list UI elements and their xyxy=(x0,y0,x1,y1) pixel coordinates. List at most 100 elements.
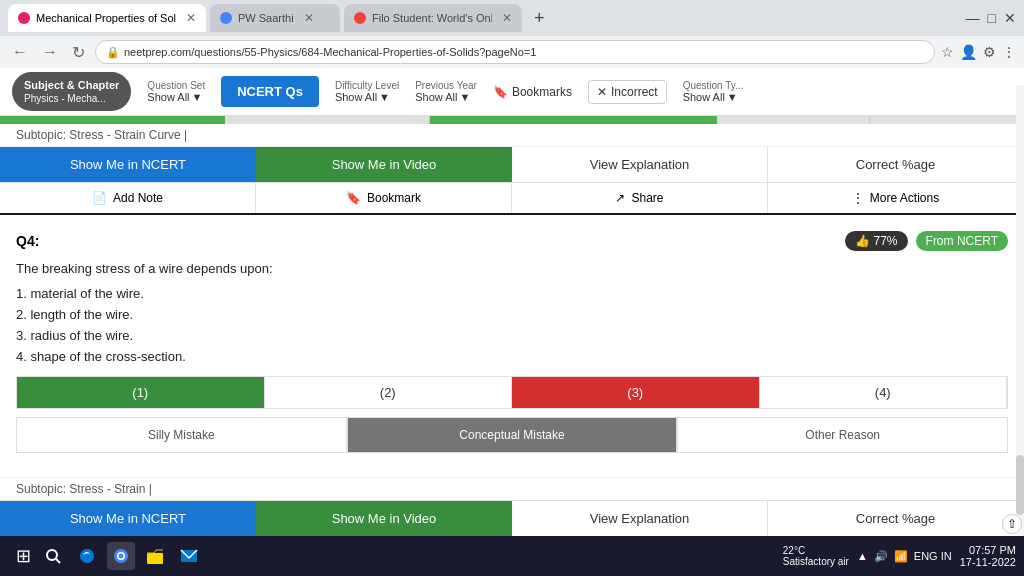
tab-filo[interactable]: Filo Student: World's Only Li... ✕ xyxy=(344,4,522,32)
tray-icon-1: ▲ xyxy=(857,550,868,562)
answer-option-1[interactable]: (1) xyxy=(17,377,265,408)
previous-year-label: Previous Year xyxy=(415,80,477,91)
answer-option-4[interactable]: (4) xyxy=(760,377,1008,408)
maximize-button[interactable]: □ xyxy=(988,10,996,26)
scroll-up-button[interactable]: ⇧ xyxy=(1002,514,1022,534)
taskbar-chrome-icon[interactable] xyxy=(107,542,135,570)
bookmark-star-icon[interactable]: ☆ xyxy=(941,44,954,60)
progress-segment-4 xyxy=(717,116,871,124)
option-4: 4. shape of the cross-section. xyxy=(16,349,1008,364)
conceptual-mistake-button[interactable]: Conceptual Mistake xyxy=(347,417,678,453)
taskbar-files-icon[interactable] xyxy=(141,542,169,570)
question-type-value: Show All ▼ xyxy=(683,91,744,103)
bottom-subtopic-bar: Subtopic: Stress - Strain | xyxy=(0,477,1024,500)
clock-time: 07:57 PM xyxy=(969,544,1016,556)
silly-mistake-button[interactable]: Silly Mistake xyxy=(16,417,347,453)
tab-close-filo[interactable]: ✕ xyxy=(502,11,512,25)
option-2: 2. length of the wire. xyxy=(16,307,1008,322)
tab-close-mechanical[interactable]: ✕ xyxy=(186,11,196,25)
incorrect-button[interactable]: ✕ Incorrect xyxy=(588,80,667,104)
answer-bar: (1) (2) (3) (4) xyxy=(16,376,1008,409)
share-button[interactable]: ↗ Share xyxy=(512,183,768,213)
difficulty-filter[interactable]: Difficulty Level Show All ▼ xyxy=(335,80,399,103)
taskbar-pinned-icons xyxy=(39,542,203,570)
share-icon: ↗ xyxy=(615,191,625,205)
bottom-correct-pctage-button[interactable]: Correct %age xyxy=(768,501,1024,536)
show-video-button[interactable]: Show Me in Video xyxy=(256,147,512,182)
question-type-label: Question Ty... xyxy=(683,80,744,91)
system-tray: ▲ 🔊 📶 ENG IN xyxy=(857,550,952,563)
extensions-icon[interactable]: ⚙ xyxy=(983,44,996,60)
browser-icons: ☆ 👤 ⚙ ⋮ xyxy=(941,44,1016,60)
bookmarks-button[interactable]: 🔖 Bookmarks xyxy=(493,85,572,99)
option-1: 1. material of the wire. xyxy=(16,286,1008,301)
bottom-view-explanation-button[interactable]: View Explanation xyxy=(512,501,768,536)
question-type-filter[interactable]: Question Ty... Show All ▼ xyxy=(683,80,744,103)
minimize-button[interactable]: — xyxy=(966,10,980,26)
bookmark-button[interactable]: 🔖 Bookmark xyxy=(256,183,512,213)
browser-tabs-bar: Mechanical Properties of Solids: S... ✕ … xyxy=(0,0,1024,36)
progress-bar-area xyxy=(0,116,1024,124)
view-explanation-button[interactable]: View Explanation xyxy=(512,147,768,182)
bookmarks-label: Bookmarks xyxy=(512,85,572,99)
taskbar-edge-icon[interactable] xyxy=(73,542,101,570)
subject-chapter-button[interactable]: Subject & Chapter Physics - Mecha... xyxy=(12,72,131,111)
tab-icon-mechanical xyxy=(18,12,30,24)
previous-year-filter[interactable]: Previous Year Show All ▼ xyxy=(415,80,477,103)
question-badges: 👍 77% From NCERT xyxy=(845,231,1008,251)
window-controls: — □ ✕ xyxy=(966,10,1016,26)
previous-year-value: Show All ▼ xyxy=(415,91,477,103)
svg-point-4 xyxy=(119,554,124,559)
tab-mechanical[interactable]: Mechanical Properties of Solids: S... ✕ xyxy=(8,4,206,32)
more-actions-button[interactable]: ⋮ More Actions xyxy=(768,183,1024,213)
tab-saarthi[interactable]: PW Saarthi ✕ xyxy=(210,4,340,32)
url-text: neetprep.com/questions/55-Physics/684-Me… xyxy=(124,46,536,58)
new-tab-button[interactable]: + xyxy=(526,8,553,29)
address-bar[interactable]: 🔒 neetprep.com/questions/55-Physics/684-… xyxy=(95,40,935,64)
refresh-button[interactable]: ↻ xyxy=(68,41,89,64)
add-note-button[interactable]: 📄 Add Note xyxy=(0,183,256,213)
bottom-show-video-button[interactable]: Show Me in Video xyxy=(256,501,512,536)
tab-icon-filo xyxy=(354,12,366,24)
question-number: Q4: xyxy=(16,233,39,249)
show-ncert-button[interactable]: Show Me in NCERT xyxy=(0,147,256,182)
bookmark-icon: 🔖 xyxy=(493,85,508,99)
back-button[interactable]: ← xyxy=(8,41,32,63)
bottom-show-ncert-button[interactable]: Show Me in NCERT xyxy=(0,501,256,536)
taskbar-search-icon[interactable] xyxy=(39,542,67,570)
taskbar-mail-icon[interactable] xyxy=(175,542,203,570)
secondary-actions-row: 📄 Add Note 🔖 Bookmark ↗ Share ⋮ More Act… xyxy=(0,183,1024,215)
weather-desc: Satisfactory air xyxy=(783,556,849,567)
tab-close-saarthi[interactable]: ✕ xyxy=(304,11,314,25)
like-pct-text: 77% xyxy=(874,234,898,248)
progress-segment-2 xyxy=(225,116,430,124)
close-button[interactable]: ✕ xyxy=(1004,10,1016,26)
clock-date: 17-11-2022 xyxy=(960,556,1016,568)
forward-button[interactable]: → xyxy=(38,41,62,63)
ncert-qs-button[interactable]: NCERT Qs xyxy=(221,76,319,107)
chevron-down-icon: ▼ xyxy=(192,91,203,103)
menu-icon[interactable]: ⋮ xyxy=(1002,44,1016,60)
main-content: Subject & Chapter Physics - Mecha... Que… xyxy=(0,68,1024,536)
add-note-icon: 📄 xyxy=(92,191,107,205)
weather-temp: 22°C xyxy=(783,545,849,556)
chevron-down-icon: ▼ xyxy=(379,91,390,103)
weather-widget: 22°C Satisfactory air xyxy=(783,545,849,567)
more-icon: ⋮ xyxy=(852,191,864,205)
answer-option-2[interactable]: (2) xyxy=(265,377,513,408)
profile-icon[interactable]: 👤 xyxy=(960,44,977,60)
start-button[interactable]: ⊞ xyxy=(8,541,39,571)
question-header: Q4: 👍 77% From NCERT xyxy=(16,231,1008,251)
other-reason-button[interactable]: Other Reason xyxy=(677,417,1008,453)
chevron-down-icon: ▼ xyxy=(459,91,470,103)
difficulty-label: Difficulty Level xyxy=(335,80,399,91)
bottom-subtopic-text: Subtopic: Stress - Strain | xyxy=(16,482,152,496)
answer-option-3[interactable]: (3) xyxy=(512,377,760,408)
question-set-filter[interactable]: Question Set Show All ▼ xyxy=(147,80,205,103)
correct-pctage-button[interactable]: Correct %age xyxy=(768,147,1024,182)
option-3: 3. radius of the wire. xyxy=(16,328,1008,343)
svg-point-0 xyxy=(47,550,57,560)
scrollbar-thumb[interactable] xyxy=(1016,455,1024,515)
scrollbar[interactable] xyxy=(1016,85,1024,535)
taskbar-clock: 07:57 PM 17-11-2022 xyxy=(960,544,1016,568)
